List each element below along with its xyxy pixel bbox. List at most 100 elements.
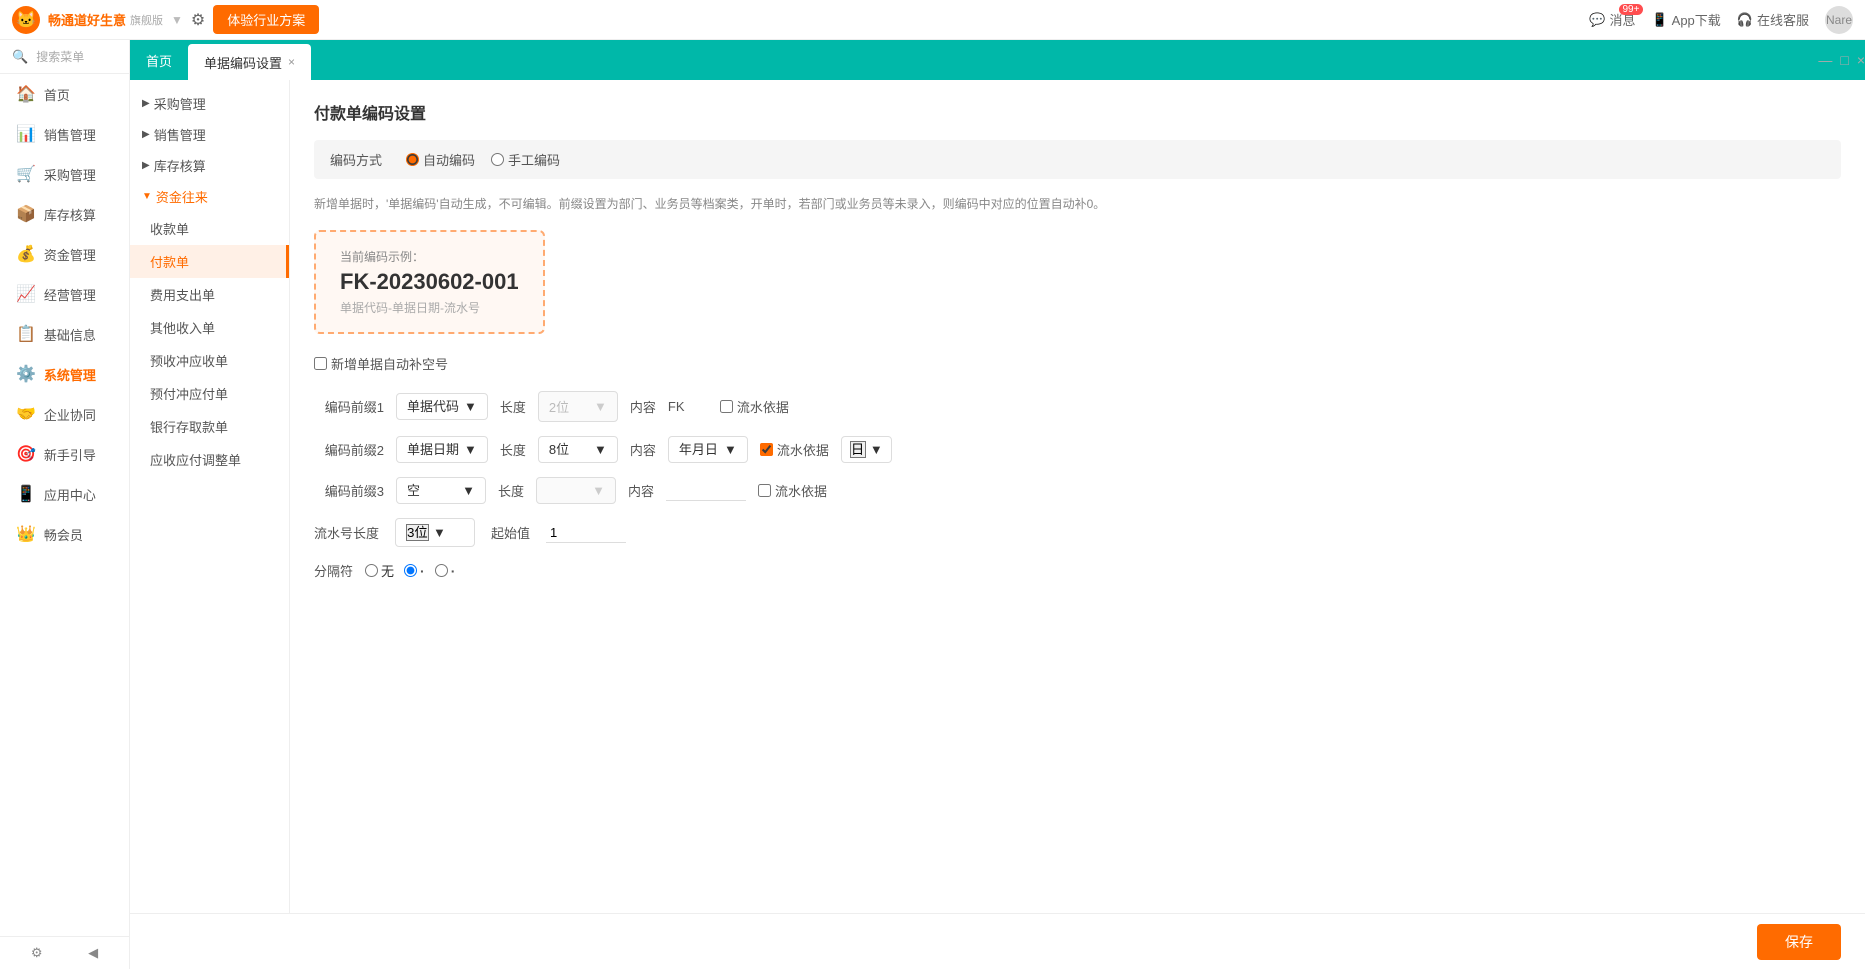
prefix2-serial-checkbox[interactable] xyxy=(760,443,773,456)
left-menu-item-payment[interactable]: 付款单 xyxy=(130,245,289,278)
separator-options: 无 · · xyxy=(365,561,455,580)
sidebar-settings-icon[interactable]: ⚙ xyxy=(31,945,43,961)
tab-encoding-label: 单据编码设置 xyxy=(204,53,282,72)
save-button[interactable]: 保存 xyxy=(1757,924,1841,960)
sidebar-item-enterprise[interactable]: 🤝 企业协同 xyxy=(0,394,129,434)
prefix1-label: 编码前缀1 xyxy=(314,397,384,416)
expense-label: 费用支出单 xyxy=(150,288,215,303)
prefix2-select-input[interactable]: 单据日期 xyxy=(407,442,460,457)
prefix2-length-select-input[interactable]: 8位 xyxy=(549,442,570,457)
manual-encode-option[interactable]: 手工编码 xyxy=(491,150,560,169)
sidebar-label-finance: 资金管理 xyxy=(44,245,96,264)
app-name: 畅通道好生意 xyxy=(48,10,126,29)
auto-fill-checkbox[interactable] xyxy=(314,357,327,370)
left-menu-item-receipt[interactable]: 收款单 xyxy=(130,212,289,245)
sidebar-item-vip[interactable]: 👑 畅会员 xyxy=(0,514,129,554)
experience-btn[interactable]: 体验行业方案 xyxy=(213,5,319,34)
sidebar-item-operations[interactable]: 📈 经营管理 xyxy=(0,274,129,314)
window-maximize-btn[interactable]: □ xyxy=(1840,52,1848,68)
sidebar-search[interactable]: 🔍 搜索菜单 xyxy=(0,40,129,74)
prefix3-select-input[interactable]: 空 xyxy=(407,483,421,498)
tab-home[interactable]: 首页 xyxy=(130,40,188,80)
left-menu-item-prepay-payable[interactable]: 预付冲应付单 xyxy=(130,377,289,410)
preview-sub: 单据代码-单据日期-流水号 xyxy=(340,299,519,316)
window-close-btn[interactable]: × xyxy=(1857,52,1865,68)
left-menu-item-bank-deposit[interactable]: 银行存取款单 xyxy=(130,410,289,443)
window-controls: — □ × xyxy=(1818,52,1865,68)
sidebar-item-purchase[interactable]: 🛒 采购管理 xyxy=(0,154,129,194)
sidebar-label-guide: 新手引导 xyxy=(44,445,96,464)
prefix2-length-select[interactable]: 8位 ▼ xyxy=(538,436,618,463)
prefix1-length-label: 长度 xyxy=(500,397,526,416)
prefix2-serial-checkbox-item[interactable]: 流水依据 xyxy=(760,440,829,459)
sidebar-item-home[interactable]: 🏠 首页 xyxy=(0,74,129,114)
app-download-btn[interactable]: 📱 App下载 xyxy=(1651,10,1720,29)
prefix1-serial-checkbox[interactable] xyxy=(720,400,733,413)
settings-gear-icon[interactable]: ⚙ xyxy=(191,10,205,30)
sidebar-item-guide[interactable]: 🎯 新手引导 xyxy=(0,434,129,474)
prefix2-content-select[interactable]: 年月日 ▼ xyxy=(668,436,748,463)
basic-icon: 📋 xyxy=(16,324,36,344)
sep-none-option[interactable]: 无 xyxy=(365,561,394,580)
left-menu-item-prepay-receivable[interactable]: 预收冲应收单 xyxy=(130,344,289,377)
window-minimize-btn[interactable]: — xyxy=(1818,52,1832,68)
prefix2-content-select-input[interactable]: 年月日 xyxy=(679,442,719,457)
prefix1-select[interactable]: 单据代码 ▼ xyxy=(396,393,488,420)
auto-encode-option[interactable]: 自动编码 xyxy=(406,150,475,169)
sidebar-item-basic[interactable]: 📋 基础信息 xyxy=(0,314,129,354)
prefix1-select-input[interactable]: 单据代码 xyxy=(407,399,460,414)
auto-fill-checkbox-item[interactable]: 新增单据自动补空号 xyxy=(314,354,448,373)
sidebar-item-finance[interactable]: 💰 资金管理 xyxy=(0,234,129,274)
prefix1-serial-checkbox-item[interactable]: 流水依据 xyxy=(720,397,789,416)
prefix3-label: 编码前缀3 xyxy=(314,481,384,500)
left-menu-item-ar-ap-adjust[interactable]: 应收应付调整单 xyxy=(130,443,289,476)
serial-length-select[interactable]: 3位 ▼ xyxy=(395,518,475,547)
prefix2-day-select-input[interactable]: 日 xyxy=(850,441,866,458)
left-menu-group-purchase[interactable]: ▶ 采购管理 xyxy=(130,88,289,119)
bottom-bar: 保存 xyxy=(130,913,1865,969)
left-menu-item-other-income[interactable]: 其他收入单 xyxy=(130,311,289,344)
right-panel: 首页 单据编码设置 × — □ × ▶ 采购管理 ▶ xyxy=(130,40,1865,969)
left-menu-item-expense[interactable]: 费用支出单 xyxy=(130,278,289,311)
app-center-icon: 📱 xyxy=(16,484,36,504)
message-btn[interactable]: 💬 消息 99+ xyxy=(1589,10,1635,29)
tab-encoding[interactable]: 单据编码设置 × xyxy=(188,44,311,80)
sidebar-collapse-icon[interactable]: ◀ xyxy=(88,945,98,961)
sidebar-item-app-center[interactable]: 📱 应用中心 xyxy=(0,474,129,514)
prefix2-day-select[interactable]: 日 ▼ xyxy=(841,436,892,463)
sidebar-label-vip: 畅会员 xyxy=(44,525,83,544)
sidebar-label-system: 系统管理 xyxy=(44,365,96,384)
prefix1-length-dropdown-icon: ▼ xyxy=(594,399,607,414)
sep-none-radio[interactable] xyxy=(365,564,378,577)
serial-length-dropdown-icon: ▼ xyxy=(433,525,446,540)
user-avatar[interactable]: Nare xyxy=(1825,6,1853,34)
arrow-fund-icon: ▼ xyxy=(142,191,152,202)
tab-close-icon[interactable]: × xyxy=(288,55,295,69)
auto-encode-radio[interactable] xyxy=(406,153,419,166)
sidebar-item-system[interactable]: ⚙️ 系统管理 xyxy=(0,354,129,394)
sep-dot-option[interactable]: · xyxy=(435,563,456,579)
left-menu-group-sales[interactable]: ▶ 销售管理 xyxy=(130,119,289,150)
sep-dash-option[interactable]: · xyxy=(404,563,425,579)
prefix2-label: 编码前缀2 xyxy=(314,440,384,459)
sep-dash-radio[interactable] xyxy=(404,564,417,577)
serial-start-input[interactable] xyxy=(546,523,626,543)
prefix3-serial-checkbox[interactable] xyxy=(758,484,771,497)
form-area: 付款单编码设置 编码方式 自动编码 手工编码 xyxy=(290,80,1865,913)
serial-length-select-input[interactable]: 3位 xyxy=(406,524,429,541)
prefix2-select[interactable]: 单据日期 ▼ xyxy=(396,436,488,463)
left-menu-group-inventory[interactable]: ▶ 库存核算 xyxy=(130,150,289,181)
prefix3-select[interactable]: 空 ▼ xyxy=(396,477,486,504)
sidebar-item-inventory[interactable]: 📦 库存核算 xyxy=(0,194,129,234)
prefix3-content-input[interactable] xyxy=(666,481,746,501)
sidebar-label-inventory: 库存核算 xyxy=(44,205,96,224)
app-download-label: App下载 xyxy=(1672,10,1721,29)
prefix3-content-label: 内容 xyxy=(628,481,654,500)
manual-encode-radio[interactable] xyxy=(491,153,504,166)
online-service-btn[interactable]: 🎧 在线客服 xyxy=(1737,10,1809,29)
workspace-select[interactable]: ▼ xyxy=(171,13,183,27)
prefix3-serial-checkbox-item[interactable]: 流水依据 xyxy=(758,481,827,500)
left-menu-group-fund[interactable]: ▼ 资金往来 xyxy=(130,181,289,212)
sidebar-item-sales[interactable]: 📊 销售管理 xyxy=(0,114,129,154)
sep-dot-radio[interactable] xyxy=(435,564,448,577)
